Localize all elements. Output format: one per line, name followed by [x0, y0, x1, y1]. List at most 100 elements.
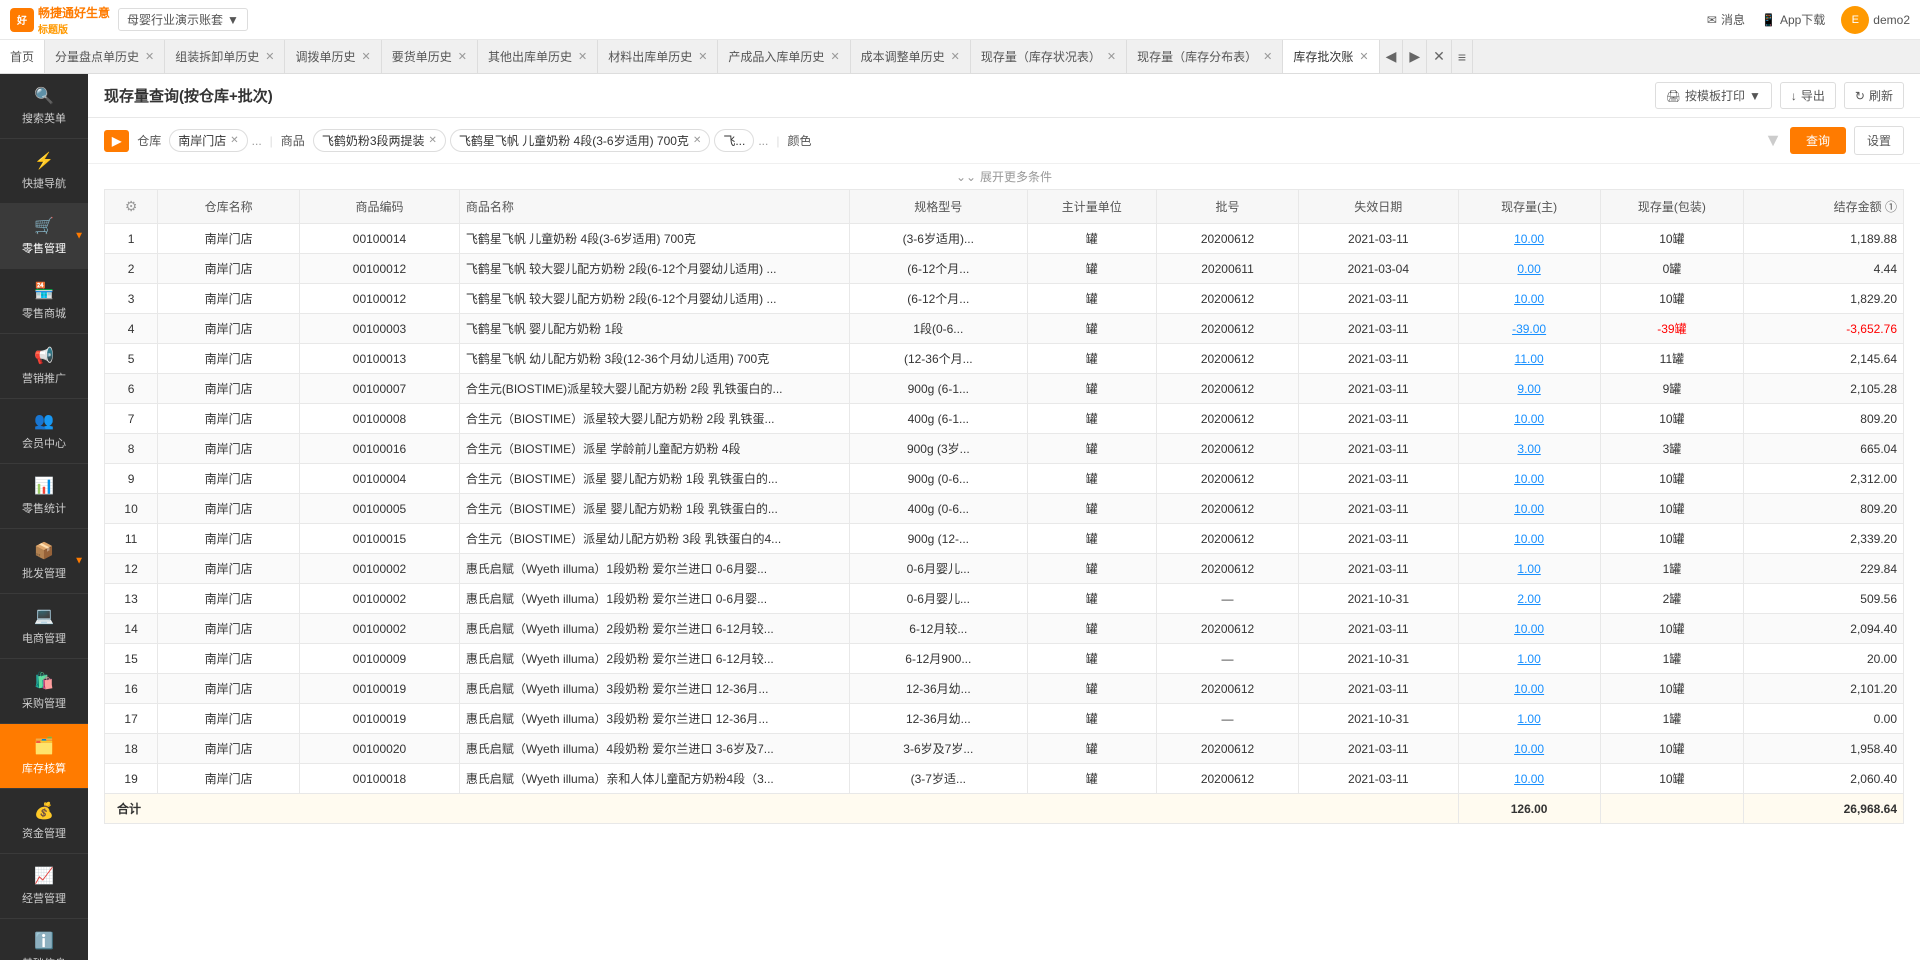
close-material-outbound-tab[interactable]: ✕	[698, 50, 707, 63]
row-stock-pkg: 10罐	[1600, 614, 1744, 644]
row-stock-main[interactable]: 3.00	[1458, 434, 1600, 464]
sidebar-item-retail-mall[interactable]: 🏪 零售商城	[0, 269, 88, 334]
row-stock-main[interactable]: 10.00	[1458, 224, 1600, 254]
close-product-inbound-tab[interactable]: ✕	[830, 50, 839, 63]
row-stock-main[interactable]: 11.00	[1458, 344, 1600, 374]
product-tag-0-close[interactable]: ✕	[429, 135, 437, 146]
tab-home[interactable]: 首页	[0, 40, 45, 74]
row-stock-main[interactable]: 10.00	[1458, 524, 1600, 554]
sidebar-item-retail-stat[interactable]: 📊 零售统计	[0, 464, 88, 529]
warehouse-more[interactable]: ...	[252, 134, 262, 148]
row-stock-main[interactable]: 10.00	[1458, 464, 1600, 494]
refresh-button[interactable]: ↻ 刷新	[1844, 82, 1904, 109]
col-batch-header: 批号	[1157, 190, 1299, 224]
close-split-tab[interactable]: ✕	[145, 50, 154, 63]
row-stock-main[interactable]: -39.00	[1458, 314, 1600, 344]
close-stock-dist-tab[interactable]: ✕	[1263, 50, 1272, 63]
row-code: 00100009	[300, 644, 460, 674]
print-dropdown-icon: ▼	[1749, 89, 1761, 103]
row-stock-main[interactable]: 1.00	[1458, 704, 1600, 734]
product-tag-1[interactable]: 飞鹤星飞帆 儿童奶粉 4段(3-6岁适用) 700克 ✕	[450, 129, 710, 152]
col-settings[interactable]: ⚙	[105, 190, 158, 224]
tab-material-outbound[interactable]: 材料出库单历史 ✕	[598, 40, 718, 74]
row-spec: 900g (12-...	[850, 524, 1027, 554]
row-unit: 罐	[1027, 524, 1157, 554]
tab-batch-voucher[interactable]: 库存批次账 ✕	[1283, 40, 1379, 74]
message-button[interactable]: ✉ 消息	[1707, 11, 1745, 28]
close-transfer-tab[interactable]: ✕	[362, 50, 371, 63]
product-tag-1-close[interactable]: ✕	[693, 135, 701, 146]
sidebar-item-basic[interactable]: ℹ️ 基础信息	[0, 919, 88, 960]
filter-expand-button[interactable]: ▶	[104, 130, 129, 152]
row-unit: 罐	[1027, 494, 1157, 524]
close-batch-voucher-tab[interactable]: ✕	[1359, 50, 1368, 63]
user-profile[interactable]: E demo2	[1841, 6, 1910, 34]
sidebar-item-retail[interactable]: 🛒 零售管理 ▼	[0, 204, 88, 269]
product-tag-more[interactable]: 飞...	[714, 129, 754, 152]
user-avatar: E	[1841, 6, 1869, 34]
row-spec: 6-12月较...	[850, 614, 1027, 644]
tab-transfer-history[interactable]: 调拨单历史 ✕	[285, 40, 381, 74]
sidebar-item-marketing[interactable]: 📢 营销推广	[0, 334, 88, 399]
row-stock-main[interactable]: 1.00	[1458, 644, 1600, 674]
product-more[interactable]: ...	[758, 134, 768, 148]
close-other-outbound-tab[interactable]: ✕	[578, 50, 587, 63]
row-stock-main[interactable]: 10.00	[1458, 284, 1600, 314]
tab-menu-btn[interactable]: ≡	[1452, 40, 1473, 74]
expand-more-conditions[interactable]: ⌄⌄ 展开更多条件	[88, 164, 1920, 189]
row-stock-main[interactable]: 0.00	[1458, 254, 1600, 284]
warehouse-tag-label: 南岸门店	[178, 132, 226, 149]
color-dropdown-arrow[interactable]: ▼	[1764, 130, 1782, 151]
tab-disassemble-history[interactable]: 组装拆卸单历史 ✕	[165, 40, 285, 74]
query-button[interactable]: 查询	[1790, 127, 1846, 154]
tab-split-history[interactable]: 分量盘点单历史 ✕	[45, 40, 165, 74]
close-stock-status-tab[interactable]: ✕	[1107, 50, 1116, 63]
row-stock-main[interactable]: 10.00	[1458, 614, 1600, 644]
tab-product-inbound[interactable]: 产成品入库单历史 ✕	[718, 40, 850, 74]
row-expire: 2021-10-31	[1298, 644, 1458, 674]
sidebar-item-members[interactable]: 👥 会员中心	[0, 399, 88, 464]
row-stock-main[interactable]: 2.00	[1458, 584, 1600, 614]
close-requisition-tab[interactable]: ✕	[458, 50, 467, 63]
tab-close-btn[interactable]: ✕	[1427, 40, 1452, 74]
row-stock-main[interactable]: 10.00	[1458, 494, 1600, 524]
close-disassemble-tab[interactable]: ✕	[265, 50, 274, 63]
warehouse-selector[interactable]: 母婴行业演示账套 ▼	[118, 8, 248, 31]
row-spec: 0-6月婴儿...	[850, 554, 1027, 584]
close-cost-adjust-tab[interactable]: ✕	[951, 50, 960, 63]
sidebar-item-finance[interactable]: 💰 资金管理	[0, 789, 88, 854]
product-tag-0[interactable]: 飞鹤奶粉3段两提装 ✕	[313, 129, 446, 152]
tab-stock-dist[interactable]: 现存量（库存分布表） ✕	[1127, 40, 1283, 74]
tab-stock-status[interactable]: 现存量（库存状况表） ✕	[971, 40, 1127, 74]
row-stock-main[interactable]: 1.00	[1458, 554, 1600, 584]
tab-cost-adjust[interactable]: 成本调整单历史 ✕	[851, 40, 971, 74]
table-row: 2 南岸门店 00100012 飞鹤星飞帆 较大婴儿配方奶粉 2段(6-12个月…	[105, 254, 1904, 284]
row-stock-main[interactable]: 10.00	[1458, 764, 1600, 794]
sidebar-item-shortcut[interactable]: ⚡ 快捷导航	[0, 139, 88, 204]
row-stock-main[interactable]: 10.00	[1458, 734, 1600, 764]
setting-button[interactable]: 设置	[1854, 126, 1904, 155]
tab-prev-btn[interactable]: ◀	[1380, 40, 1404, 74]
print-button[interactable]: 🖨 按模板打印 ▼	[1655, 82, 1772, 109]
row-stock-main[interactable]: 10.00	[1458, 404, 1600, 434]
sidebar-item-purchase[interactable]: 🛍️ 采购管理	[0, 659, 88, 724]
sidebar-item-wholesale[interactable]: 📦 批发管理 ▼	[0, 529, 88, 594]
row-stock-main[interactable]: 10.00	[1458, 674, 1600, 704]
sidebar-item-operations[interactable]: 📈 经营管理	[0, 854, 88, 919]
sidebar-item-ecommerce[interactable]: 💻 电商管理	[0, 594, 88, 659]
tab-next-btn[interactable]: ▶	[1403, 40, 1427, 74]
sidebar-item-search[interactable]: 🔍 搜索英单	[0, 74, 88, 139]
row-stock-main[interactable]: 9.00	[1458, 374, 1600, 404]
app-download-button[interactable]: 📱 App下载	[1761, 11, 1825, 28]
warehouse-tag-close[interactable]: ✕	[230, 135, 238, 146]
tab-requisition-history[interactable]: 要货单历史 ✕	[382, 40, 478, 74]
table-footer-row: 合计 126.00 26,968.64	[105, 794, 1904, 824]
tab-other-outbound[interactable]: 其他出库单历史 ✕	[478, 40, 598, 74]
export-button[interactable]: ↓ 导出	[1780, 82, 1836, 109]
row-num: 17	[105, 704, 158, 734]
warehouse-tag-naan[interactable]: 南岸门店 ✕	[169, 129, 247, 152]
sidebar-item-inventory[interactable]: 🗂️ 库存核算	[0, 724, 88, 789]
row-num: 12	[105, 554, 158, 584]
row-spec: 1段(0-6...	[850, 314, 1027, 344]
row-warehouse: 南岸门店	[158, 584, 300, 614]
